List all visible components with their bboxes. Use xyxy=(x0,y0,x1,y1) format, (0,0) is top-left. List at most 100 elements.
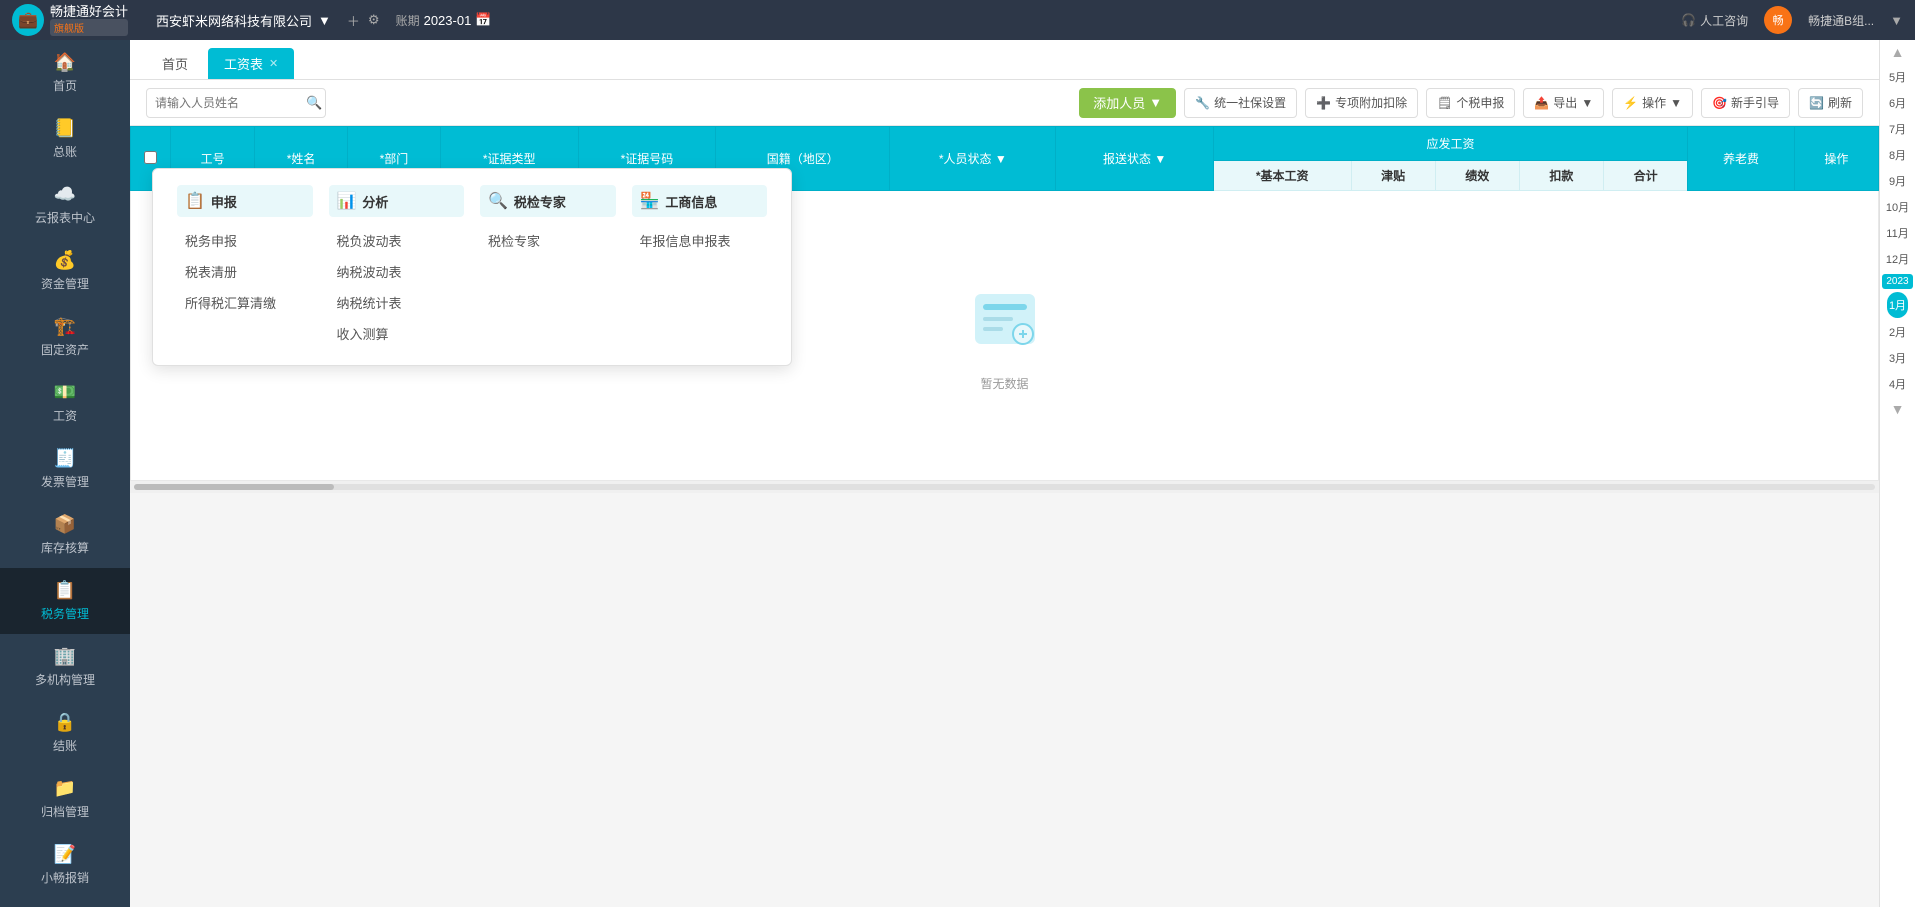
scroll-down-arrow[interactable]: ▼ xyxy=(1887,397,1909,421)
period-calendar-icon[interactable]: 📅 xyxy=(475,12,491,28)
sidebar-item-funds[interactable]: 💰资金管理 xyxy=(0,238,130,304)
dropdown-col-expert: 🔍 税检专家 税检专家 xyxy=(472,185,624,349)
sidebar-label-home: 首页 xyxy=(53,77,77,94)
th-sub-performance: 绩效 xyxy=(1435,161,1519,191)
empty-text: 暂无数据 xyxy=(980,375,1028,392)
sidebar-item-inventory[interactable]: 📦库存核算 xyxy=(0,502,130,568)
sidebar-label-salary: 工资 xyxy=(53,407,77,424)
month-current-1[interactable]: 1月 xyxy=(1887,292,1908,318)
sidebar-label-cloud: 云报表中心 xyxy=(35,209,95,226)
search-input[interactable] xyxy=(146,88,326,118)
tax-report-btn[interactable]: 🗒 个税申报 xyxy=(1426,88,1515,118)
deduction-btn[interactable]: ➕ 专项附加扣除 xyxy=(1305,88,1418,118)
support-btn[interactable]: 🎧 人工咨询 xyxy=(1681,12,1748,29)
top-header: 💼 畅捷通好会计 旗舰版 西安虾米网络科技有限公司 ▼ ＋ ⚙ 账期 2023-… xyxy=(0,0,1915,40)
social-insurance-btn[interactable]: 🔧 统一社保设置 xyxy=(1184,88,1297,118)
scroll-thumb xyxy=(134,484,334,490)
sidebar-item-archive[interactable]: 📁归档管理 xyxy=(0,766,130,832)
expert-col-icon: 🔍 xyxy=(488,191,508,211)
tab-home[interactable]: 首页 xyxy=(146,48,204,79)
dropdown-item-analysis-1[interactable]: 纳税波动表 xyxy=(329,256,465,287)
deduction-icon: ➕ xyxy=(1316,96,1331,110)
th-sub-base_salary: *基本工资 xyxy=(1213,161,1351,191)
scroll-track xyxy=(134,484,1875,490)
month-current-4[interactable]: 4月 xyxy=(1880,371,1915,397)
funds-icon: 💰 xyxy=(54,250,76,271)
dropdown-col-label-expert: 税检专家 xyxy=(514,192,566,211)
sidebar-item-salary[interactable]: 💵工资 xyxy=(0,370,130,436)
current-year-tag[interactable]: 2023 xyxy=(1882,274,1912,289)
month-prev-9[interactable]: 9月 xyxy=(1880,168,1915,194)
dropdown-item-bizinfo-0[interactable]: 年报信息申报表 xyxy=(632,225,768,256)
sidebar-label-invoice: 发票管理 xyxy=(41,473,89,490)
user-name: 畅捷通B组... xyxy=(1808,12,1874,29)
right-year-panel: ▲ 5月6月7月8月9月10月11月12月 2023 1月2月3月4月 ▼ xyxy=(1879,40,1915,907)
th-report_status: 报送状态 ▼ xyxy=(1056,127,1213,191)
dropdown-item-analysis-2[interactable]: 纳税统计表 xyxy=(329,287,465,318)
sidebar-item-home[interactable]: 🏠 首页 xyxy=(0,40,130,106)
month-prev-10[interactable]: 10月 xyxy=(1880,194,1915,220)
sidebar-label-tax: 税务管理 xyxy=(41,605,89,622)
sidebar-item-assets[interactable]: 🏗️固定资产 xyxy=(0,304,130,370)
th-sub-total: 合计 xyxy=(1604,161,1688,191)
analysis-col-icon: 📊 xyxy=(337,191,357,211)
sidebar-item-settings[interactable]: ⚙️基础设置 xyxy=(0,898,130,907)
dropdown-item-shenba-1[interactable]: 税表清册 xyxy=(177,256,313,287)
close-icon: 🔒 xyxy=(54,712,76,733)
sidebar-item-ledger[interactable]: 📒总账 xyxy=(0,106,130,172)
month-current-3[interactable]: 3月 xyxy=(1880,345,1915,371)
sidebar-item-close[interactable]: 🔒 结账 xyxy=(0,700,130,766)
settings-icon[interactable]: ⚙ xyxy=(368,12,380,28)
bottom-scrollbar[interactable] xyxy=(130,481,1879,493)
sidebar-label-xiao: 小畅报销 xyxy=(41,869,89,886)
month-prev-8[interactable]: 8月 xyxy=(1880,142,1915,168)
home-icon: 🏠 xyxy=(54,52,76,73)
select-all-checkbox[interactable] xyxy=(144,151,157,164)
add-person-btn[interactable]: 添加人员 ▼ xyxy=(1079,88,1176,118)
header-right: 🎧 人工咨询 畅 畅捷通B组... ▼ xyxy=(1681,6,1903,34)
company-dropdown-icon: ▼ xyxy=(318,13,331,28)
scroll-up-arrow[interactable]: ▲ xyxy=(1887,40,1909,64)
company-selector[interactable]: 西安虾米网络科技有限公司 ▼ xyxy=(148,7,339,34)
action-btn[interactable]: ⚡ 操作 ▼ xyxy=(1612,88,1693,118)
month-prev-12[interactable]: 12月 xyxy=(1880,246,1915,272)
export-dropdown-icon: ▼ xyxy=(1581,96,1593,110)
headphone-icon: 🎧 xyxy=(1681,13,1696,27)
dropdown-item-expert-0[interactable]: 税检专家 xyxy=(480,225,616,256)
sidebar-item-cloud[interactable]: ☁️云报表中心 xyxy=(0,172,130,238)
refresh-btn[interactable]: 🔄 刷新 xyxy=(1798,88,1863,118)
tab-close-icon[interactable]: ✕ xyxy=(269,57,278,70)
inventory-icon: 📦 xyxy=(54,514,76,535)
sidebar-item-tax[interactable]: 📋税务管理 xyxy=(0,568,130,634)
month-current-2[interactable]: 2月 xyxy=(1880,319,1915,345)
sidebar-label-close: 结账 xyxy=(53,737,77,754)
export-icon: 📤 xyxy=(1534,96,1549,110)
dropdown-item-shenba-0[interactable]: 税务申报 xyxy=(177,225,313,256)
tab-home-label: 首页 xyxy=(162,54,188,73)
month-prev-7[interactable]: 7月 xyxy=(1880,116,1915,142)
add-company-btn[interactable]: ＋ xyxy=(347,11,360,30)
sidebar-item-xiao[interactable]: 📝小畅报销 xyxy=(0,832,130,898)
add-btn-label: 添加人员 xyxy=(1093,93,1145,112)
user-avatar[interactable]: 畅 xyxy=(1764,6,1792,34)
guide-btn[interactable]: 🎯 新手引导 xyxy=(1701,88,1790,118)
app-version: 旗舰版 xyxy=(50,19,128,36)
action-dropdown-icon: ▼ xyxy=(1670,96,1682,110)
search-icon: 🔍 xyxy=(306,95,322,111)
logo-icon: 💼 xyxy=(12,4,44,36)
sidebar-item-multi[interactable]: 🏢多机构管理 xyxy=(0,634,130,700)
dropdown-item-analysis-0[interactable]: 税负波动表 xyxy=(329,225,465,256)
user-dropdown-icon[interactable]: ▼ xyxy=(1890,13,1903,28)
prev-year-section: 5月6月7月8月9月10月11月12月 xyxy=(1880,64,1915,272)
empty-icon xyxy=(965,279,1045,359)
export-btn[interactable]: 📤 导出 ▼ xyxy=(1523,88,1604,118)
dropdown-item-shenba-2[interactable]: 所得税汇算清缴 xyxy=(177,287,313,318)
tab-bar: 首页 工资表 ✕ xyxy=(130,40,1879,80)
dropdown-header-expert: 🔍 税检专家 xyxy=(480,185,616,217)
month-prev-11[interactable]: 11月 xyxy=(1880,220,1915,246)
dropdown-item-analysis-3[interactable]: 收入测算 xyxy=(329,318,465,349)
tab-salary-table[interactable]: 工资表 ✕ xyxy=(208,48,294,79)
month-prev-5[interactable]: 5月 xyxy=(1880,64,1915,90)
month-prev-6[interactable]: 6月 xyxy=(1880,90,1915,116)
sidebar-item-invoice[interactable]: 🧾发票管理 xyxy=(0,436,130,502)
